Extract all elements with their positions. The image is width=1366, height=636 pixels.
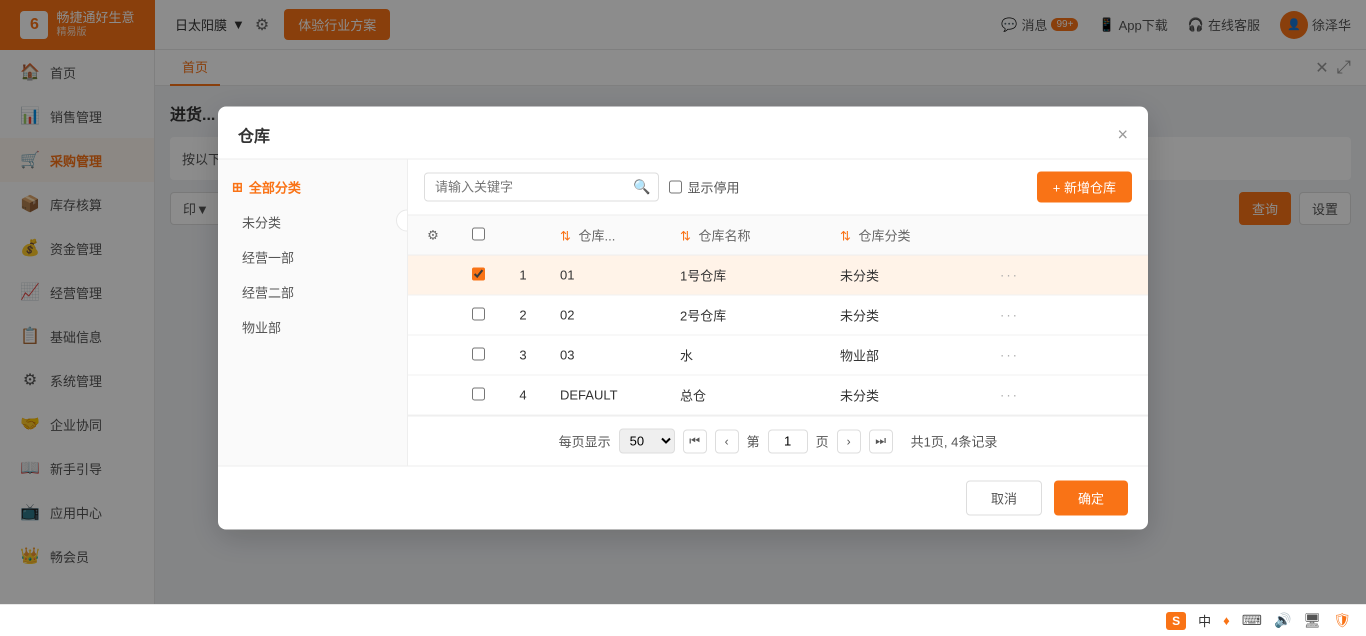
table-row[interactable]: 2 02 2号仓库 未分类 ··· bbox=[408, 295, 1148, 335]
row-name-cell: 2号仓库 bbox=[668, 295, 828, 335]
action-dots-icon[interactable]: ··· bbox=[1000, 388, 1019, 403]
col-header-name[interactable]: ⇅ 仓库名称 bbox=[668, 216, 828, 256]
row-checkbox[interactable] bbox=[472, 347, 485, 360]
warehouse-table: ⚙ ⇅ 仓库... ⇅ 仓库 bbox=[408, 216, 1148, 416]
grid-icon: ⊞ bbox=[232, 179, 243, 195]
row-gear-cell bbox=[408, 255, 458, 295]
row-action-cell[interactable]: ··· bbox=[988, 295, 1148, 335]
row-code-cell: 03 bbox=[548, 335, 668, 375]
status-speaker-icon: 🔊 bbox=[1274, 612, 1291, 629]
status-shield-icon: 🛡 bbox=[1333, 612, 1351, 629]
page-last-btn[interactable]: ⏭ bbox=[869, 429, 893, 453]
row-category-cell: 未分类 bbox=[828, 255, 988, 295]
add-warehouse-btn[interactable]: + 新增仓库 bbox=[1037, 172, 1132, 203]
col-header-code[interactable]: ⇅ 仓库... bbox=[548, 216, 668, 256]
category-operation2[interactable]: 经营二部 bbox=[218, 275, 407, 310]
pagination-bar: 每页显示 50 10 20 100 ⏮ ‹ 第 页 › ⏭ 共1页, 4条记录 bbox=[408, 416, 1148, 466]
page-first-btn[interactable]: ⏮ bbox=[683, 429, 707, 453]
row-code-cell: 02 bbox=[548, 295, 668, 335]
cancel-button[interactable]: 取消 bbox=[966, 481, 1042, 516]
status-s-icon: S bbox=[1166, 612, 1186, 630]
row-gear-cell bbox=[408, 295, 458, 335]
show-disabled-label: 显示停用 bbox=[687, 178, 739, 197]
status-keyboard-icon: ⌨ bbox=[1242, 612, 1262, 629]
row-num-cell: 4 bbox=[498, 375, 548, 415]
modal-footer: 取消 确定 bbox=[218, 466, 1148, 530]
row-num-cell: 3 bbox=[498, 335, 548, 375]
sort-icon-category: ⇅ bbox=[840, 229, 851, 244]
page-input[interactable] bbox=[768, 429, 808, 453]
sort-icon-code: ⇅ bbox=[560, 229, 571, 244]
row-name-cell: 水 bbox=[668, 335, 828, 375]
row-action-cell[interactable]: ··· bbox=[988, 255, 1148, 295]
table-row[interactable]: 4 DEFAULT 总仓 未分类 ··· bbox=[408, 375, 1148, 415]
per-page-select[interactable]: 50 10 20 100 bbox=[619, 429, 675, 454]
row-category-cell: 未分类 bbox=[828, 375, 988, 415]
status-cn-icon: 中 bbox=[1198, 611, 1211, 630]
row-check-cell[interactable] bbox=[458, 335, 498, 375]
status-monitor-icon: 🖥 bbox=[1303, 612, 1321, 629]
col-header-gear: ⚙ bbox=[408, 216, 458, 256]
row-name-cell: 总仓 bbox=[668, 375, 828, 415]
row-category-cell: 物业部 bbox=[828, 335, 988, 375]
row-code-cell: DEFAULT bbox=[548, 375, 668, 415]
table-row[interactable]: 3 03 水 物业部 ··· bbox=[408, 335, 1148, 375]
search-wrap: 🔍 bbox=[424, 173, 659, 202]
modal-header: 仓库 × bbox=[218, 107, 1148, 160]
row-name-cell: 1号仓库 bbox=[668, 255, 828, 295]
category-property[interactable]: 物业部 bbox=[218, 310, 407, 345]
table-row[interactable]: 1 01 1号仓库 未分类 ··· bbox=[408, 255, 1148, 295]
confirm-button[interactable]: 确定 bbox=[1054, 481, 1128, 516]
row-checkbox[interactable] bbox=[472, 307, 485, 320]
data-table: ⚙ ⇅ 仓库... ⇅ 仓库 bbox=[408, 216, 1148, 416]
col-header-action bbox=[988, 216, 1148, 256]
show-disabled-wrap: 显示停用 bbox=[669, 178, 739, 197]
modal-title: 仓库 bbox=[238, 123, 270, 147]
warehouse-modal: 仓库 × ⊞ 全部分类 未分类 经营一部 经营二部 物业部 《 bbox=[218, 107, 1148, 530]
category-all[interactable]: ⊞ 全部分类 bbox=[218, 170, 407, 205]
action-dots-icon[interactable]: ··· bbox=[1000, 348, 1019, 363]
status-dot-icon: ♦ bbox=[1223, 613, 1230, 628]
page-total: 共1页, 4条记录 bbox=[911, 432, 998, 451]
action-dots-icon[interactable]: ··· bbox=[1000, 268, 1019, 283]
category-all-label: 全部分类 bbox=[249, 178, 301, 197]
page-next-btn[interactable]: › bbox=[837, 429, 861, 453]
page-label: 第 bbox=[747, 432, 760, 451]
category-operation1[interactable]: 经营一部 bbox=[218, 240, 407, 275]
select-all-checkbox[interactable] bbox=[472, 227, 485, 240]
row-check-cell[interactable] bbox=[458, 295, 498, 335]
row-checkbox[interactable] bbox=[472, 267, 485, 280]
modal-body: ⊞ 全部分类 未分类 经营一部 经营二部 物业部 《 bbox=[218, 160, 1148, 466]
modal-close-btn[interactable]: × bbox=[1117, 124, 1128, 145]
row-num-cell: 1 bbox=[498, 255, 548, 295]
row-check-cell[interactable] bbox=[458, 255, 498, 295]
table-panel: 🔍 显示停用 + 新增仓库 ⚙ bbox=[408, 160, 1148, 466]
table-toolbar: 🔍 显示停用 + 新增仓库 bbox=[408, 160, 1148, 216]
category-panel: ⊞ 全部分类 未分类 经营一部 经营二部 物业部 《 bbox=[218, 160, 408, 466]
per-page-label: 每页显示 bbox=[559, 432, 611, 451]
row-category-cell: 未分类 bbox=[828, 295, 988, 335]
gear-col-icon: ⚙ bbox=[427, 227, 439, 242]
status-bar: S 中 ♦ ⌨ 🔊 🖥 🛡 bbox=[0, 604, 1366, 636]
search-input[interactable] bbox=[425, 175, 625, 200]
show-disabled-checkbox[interactable] bbox=[669, 181, 682, 194]
col-header-num bbox=[498, 216, 548, 256]
row-action-cell[interactable]: ··· bbox=[988, 375, 1148, 415]
row-num-cell: 2 bbox=[498, 295, 548, 335]
page-unit: 页 bbox=[816, 432, 829, 451]
row-gear-cell bbox=[408, 375, 458, 415]
page-prev-btn[interactable]: ‹ bbox=[715, 429, 739, 453]
action-dots-icon[interactable]: ··· bbox=[1000, 308, 1019, 323]
row-action-cell[interactable]: ··· bbox=[988, 335, 1148, 375]
row-checkbox[interactable] bbox=[472, 387, 485, 400]
row-check-cell[interactable] bbox=[458, 375, 498, 415]
row-code-cell: 01 bbox=[548, 255, 668, 295]
category-uncategorized[interactable]: 未分类 bbox=[218, 205, 407, 240]
row-gear-cell bbox=[408, 335, 458, 375]
col-header-check bbox=[458, 216, 498, 256]
col-header-category[interactable]: ⇅ 仓库分类 bbox=[828, 216, 988, 256]
sort-icon-name: ⇅ bbox=[680, 229, 691, 244]
search-button[interactable]: 🔍 bbox=[625, 174, 658, 201]
